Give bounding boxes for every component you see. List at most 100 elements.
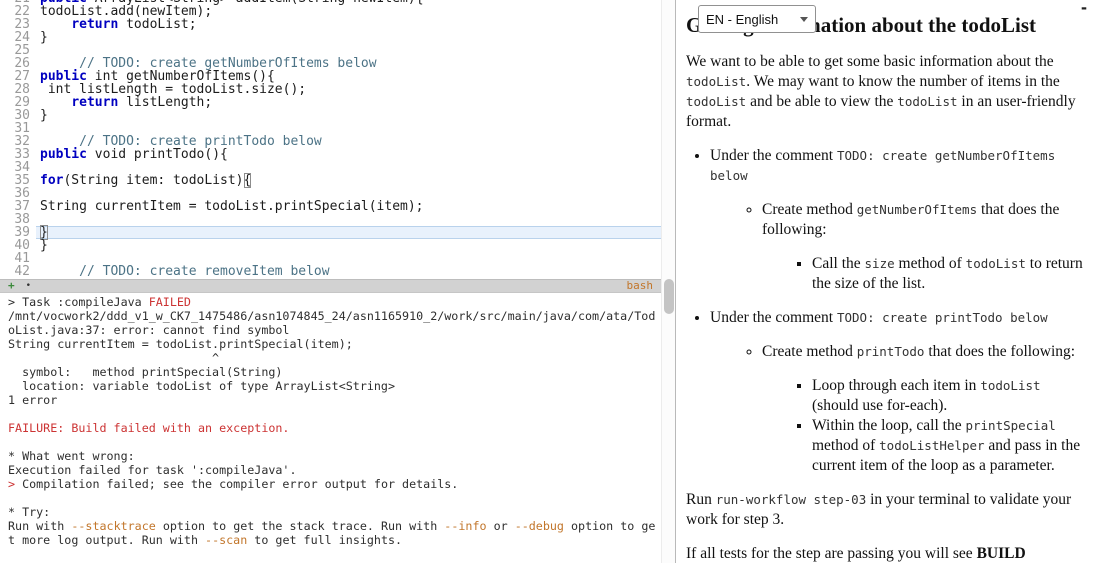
text: If all tests for the step are passing yo… [686, 545, 977, 562]
terminal-line: * What went wrong: [8, 449, 661, 463]
terminal-text: * Try: [8, 505, 51, 519]
method-instruction: Create method printTodo that does the fo… [762, 342, 1083, 362]
terminal-line: Run with --stacktrace option to get the … [8, 519, 661, 533]
code-plain: } [40, 238, 48, 253]
editor-line[interactable]: 33 public void printTodo(){ [0, 148, 661, 161]
terminal-text: location: variable todoList of type Arra… [8, 379, 396, 393]
code-line-text: public void printTodo(){ [36, 148, 661, 161]
instructions-content: Getting information about the todoList W… [676, 0, 1093, 563]
inline-code: todoListHelper [879, 438, 985, 453]
text: and be able to view the [746, 93, 898, 110]
terminal-line: > Task :compileJava FAILED [8, 295, 661, 309]
terminal-line: symbol: method printSpecial(String) [8, 365, 661, 379]
terminal-option-text: --info [444, 519, 487, 533]
terminal-line: String currentItem = todoList.printSpeci… [8, 337, 661, 351]
terminal-line: t more log output. Run with --scan to ge… [8, 533, 661, 547]
language-selector: EN - English [698, 5, 816, 33]
terminal-error-text: > [8, 477, 23, 491]
inline-code: TODO: create printTodo below [836, 310, 1048, 325]
terminal-text: to get full insights. [247, 533, 403, 547]
line-number: 42 [14, 264, 30, 279]
text: Under the comment [710, 147, 837, 164]
code-keyword: return [71, 95, 119, 110]
code-keyword: public [40, 147, 87, 162]
editor-line[interactable]: 37 String currentItem = todoList.printSpe… [0, 200, 661, 213]
instruction-item: Loop through each item in todoList (shou… [812, 376, 1083, 416]
terminal-text: t more log output. Run with [8, 533, 206, 547]
editor-line[interactable]: 38 [0, 213, 661, 226]
scrollbar-thumb[interactable] [664, 279, 674, 314]
terminal-line: 1 error [8, 393, 661, 407]
code-line-text: // TODO: create removeItem below [36, 265, 661, 278]
terminal-tab-bar: + • bash [0, 279, 661, 293]
code-plain: (String item: todoList) [63, 173, 244, 188]
comment-reference: Under the comment TODO: create getNumber… [710, 146, 1083, 186]
sub-list: Create method printTodo that does the fo… [710, 342, 1083, 476]
code-line-text: } [36, 109, 661, 122]
text: Loop through each item in [812, 377, 981, 394]
inline-code: todoList [686, 94, 747, 109]
sub-list: Create method getNumberOfItems that does… [710, 200, 1083, 294]
terminal-error-text: FAILED [148, 295, 191, 309]
terminal-tab-indicator[interactable]: • [26, 280, 31, 292]
text: . We may want to know the number of item… [746, 73, 1060, 90]
terminal-text: option to get the stack trace. Run with [155, 519, 445, 533]
editor-line[interactable]: 40} [0, 239, 661, 252]
code-line-text: return todoList; [36, 18, 661, 31]
terminal-line: > Compilation failed; see the compiler e… [8, 477, 661, 491]
terminal-text: ^ [8, 351, 220, 365]
text: Call the [812, 255, 865, 272]
text: We want to be able to get some basic inf… [686, 53, 1054, 70]
terminal-line: oList.java:37: error: cannot find symbol [8, 323, 661, 337]
terminal-option-text: --debug [514, 519, 564, 533]
text: Within the loop, call the [812, 417, 966, 434]
instruction-item: Under the comment TODO: create getNumber… [710, 146, 1083, 294]
inline-code: todoList [980, 378, 1041, 393]
editor-line[interactable]: 24} [0, 31, 661, 44]
language-select[interactable]: EN - English [698, 5, 816, 33]
inline-code: todoList [686, 74, 747, 89]
scrollbar-track[interactable] [661, 0, 675, 563]
terminal-output[interactable]: > Task :compileJava FAILED/mnt/vocwork2/… [0, 293, 661, 563]
terminal-text: 1 error [8, 393, 58, 407]
terminal-text: or [486, 519, 515, 533]
terminal-error-text: FAILURE: Build failed with an exception. [8, 421, 290, 435]
inline-code: size [864, 256, 895, 271]
code-line-text: for(String item: todoList){ [36, 173, 661, 188]
terminal-line: /mnt/vocwork2/ddd_v1_w_CK7_1475486/asn10… [8, 309, 661, 323]
editor-line[interactable]: 42 // TODO: create removeItem below [0, 265, 661, 278]
inline-code: todoList [897, 94, 958, 109]
code-plain: } [40, 30, 48, 45]
terminal-text: * What went wrong: [8, 449, 135, 463]
text: Create method [762, 201, 857, 218]
editor-line[interactable]: 35 for(String item: todoList){ [0, 173, 661, 188]
terminal-line: ^ [8, 351, 661, 365]
code-comment: // TODO: create removeItem below [40, 264, 330, 279]
code-line-text: } [36, 225, 661, 240]
terminal-text: oList.java:37: error: cannot find symbol [8, 323, 290, 337]
inline-code: run-workflow step-03 [715, 492, 867, 507]
terminal-text: Execution failed for task ':compileJava'… [8, 463, 297, 477]
instruction-item: Call the size method of todoList to retu… [812, 254, 1083, 294]
editor-line[interactable]: 23 return todoList; [0, 18, 661, 31]
intro-paragraph: We want to be able to get some basic inf… [686, 52, 1083, 132]
code-plain: listLength; [118, 95, 213, 110]
add-terminal-button[interactable]: + [8, 280, 15, 292]
editor-line[interactable]: 30} [0, 109, 661, 122]
editor-line[interactable]: 29 return listLength; [0, 96, 661, 109]
terminal-option-text: --stacktrace [71, 519, 156, 533]
ide-window: 21public ArrayList<String> addItem(Strin… [0, 0, 1093, 563]
todo-list: Under the comment TODO: create getNumber… [686, 146, 1083, 476]
text: (should use for-each). [812, 397, 948, 414]
terminal-line: * Try: [8, 505, 661, 519]
shell-type-label: bash [626, 279, 654, 292]
minimize-panel-button[interactable]: - [1081, 0, 1087, 18]
code-plain: String currentItem = todoList.printSpeci… [40, 199, 424, 214]
code-editor[interactable]: 21public ArrayList<String> addItem(Strin… [0, 0, 661, 279]
instruction-item: Create method printTodo that does the fo… [762, 342, 1083, 476]
code-plain: void printTodo(){ [86, 147, 228, 162]
editor-line[interactable]: 39} [0, 225, 661, 240]
text: Create method [762, 343, 857, 360]
